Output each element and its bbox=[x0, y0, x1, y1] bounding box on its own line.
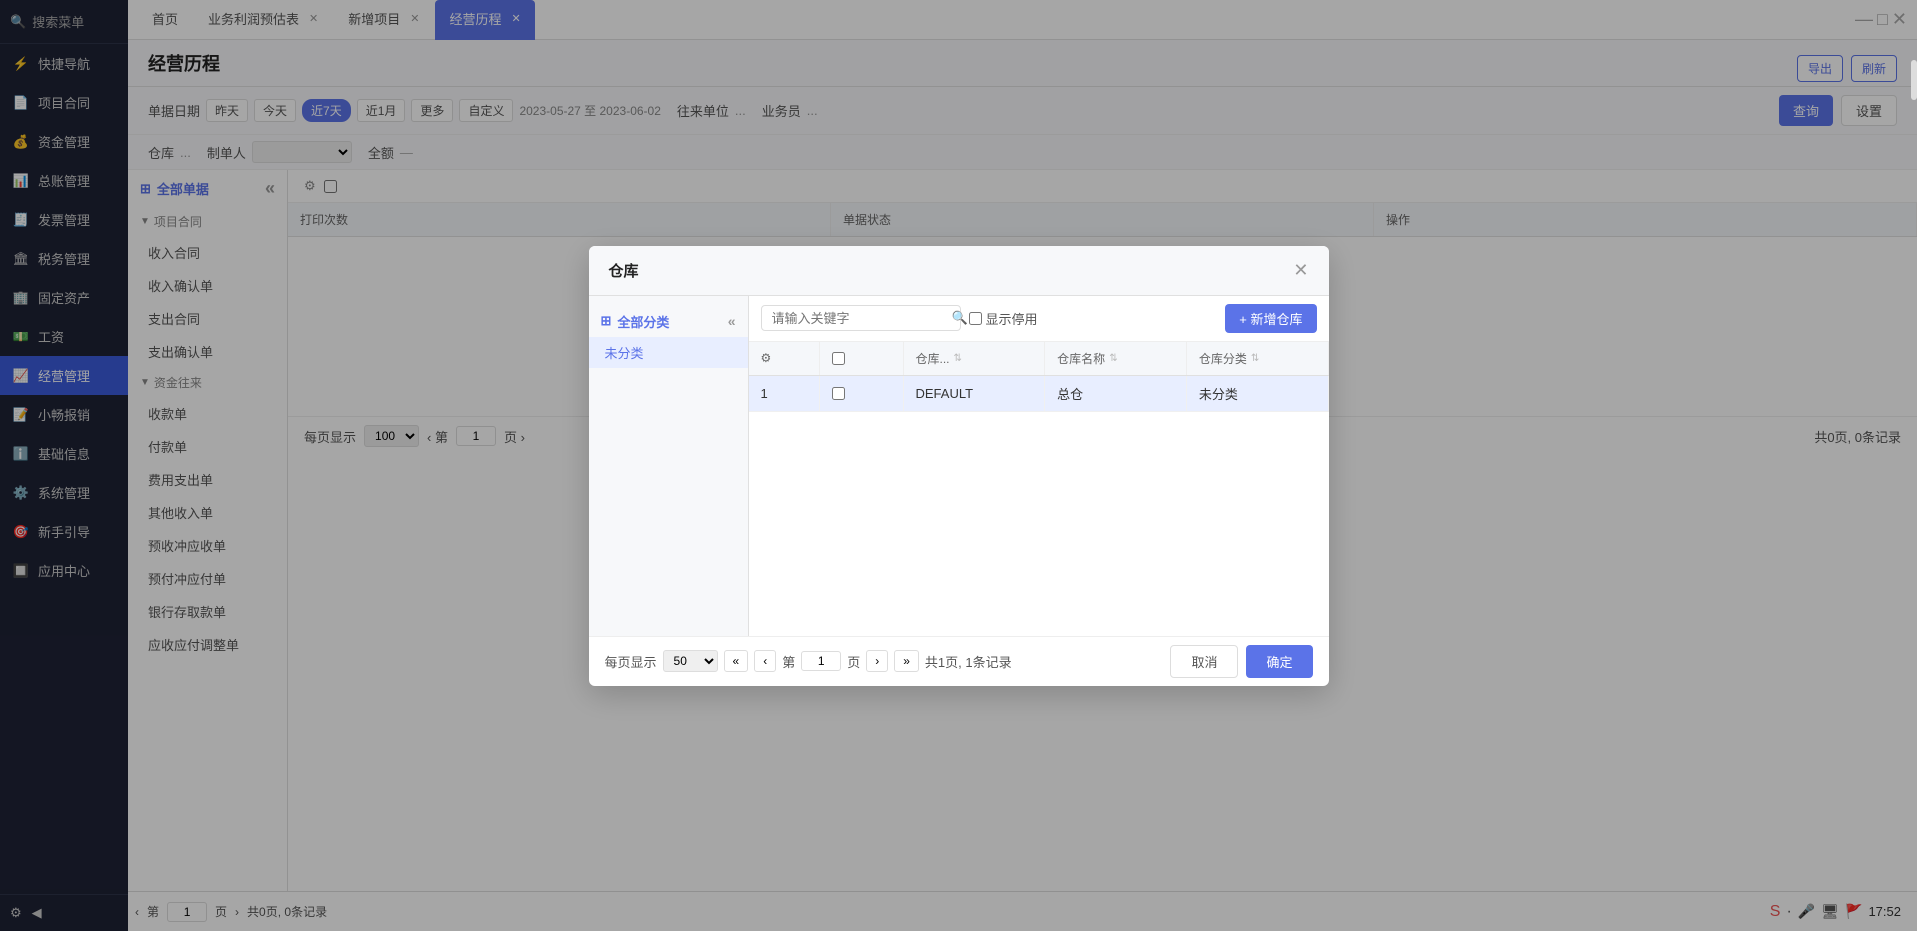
grid-icon-2: ⊞ bbox=[601, 313, 612, 329]
dialog-prev-page-btn[interactable]: ‹ bbox=[754, 650, 776, 672]
show-disabled-checkbox-label[interactable]: 显示停用 bbox=[969, 309, 1038, 328]
dialog-first-page-btn[interactable]: « bbox=[724, 650, 749, 672]
dialog-cancel-button[interactable]: 取消 bbox=[1170, 645, 1238, 678]
left-panel-collapse-icon[interactable]: « bbox=[728, 313, 736, 329]
dialog-overlay: 仓库 ✕ ⊞ 全部分类 « 未分类 bbox=[0, 0, 1917, 931]
dth-code-label: 仓库... bbox=[916, 350, 950, 367]
dialog-total-records: 共1页, 1条记录 bbox=[925, 652, 1012, 671]
dialog-title: 仓库 bbox=[609, 260, 639, 281]
dialog-select-all[interactable] bbox=[832, 352, 845, 365]
dth-checkbox bbox=[820, 342, 903, 375]
sort-icon-name: ⇅ bbox=[1109, 353, 1117, 364]
dialog-page-label: 第 bbox=[782, 652, 795, 671]
dth-category-label: 仓库分类 bbox=[1199, 350, 1247, 367]
search-input[interactable] bbox=[772, 311, 948, 326]
dialog-table: ⚙ 仓库... ⇅ 仓库名称 ⇅ bbox=[749, 342, 1329, 636]
dth-name: 仓库名称 ⇅ bbox=[1045, 342, 1187, 375]
dth-settings: ⚙ bbox=[749, 342, 821, 375]
sort-icon-category: ⇅ bbox=[1251, 353, 1259, 364]
dth-name-label: 仓库名称 bbox=[1057, 350, 1105, 367]
dialog-right-toolbar: 🔍 显示停用 + 新增仓库 bbox=[749, 296, 1329, 342]
settings-icon-th[interactable]: ⚙ bbox=[761, 351, 772, 365]
show-disabled-label: 显示停用 bbox=[986, 309, 1038, 328]
dialog-right-panel: 🔍 显示停用 + 新增仓库 ⚙ bbox=[749, 296, 1329, 636]
dialog-next-page-btn[interactable]: › bbox=[866, 650, 888, 672]
dialog-actions: 取消 确定 bbox=[1170, 645, 1312, 678]
row-checkbox[interactable] bbox=[832, 387, 845, 400]
dialog-confirm-button[interactable]: 确定 bbox=[1246, 645, 1312, 678]
td-name: 总仓 bbox=[1045, 376, 1187, 411]
add-warehouse-button[interactable]: + 新增仓库 bbox=[1225, 304, 1316, 333]
dialog-category-unclassified[interactable]: 未分类 bbox=[589, 337, 748, 368]
dialog-last-page-btn[interactable]: » bbox=[894, 650, 919, 672]
all-category-label: 全部分类 bbox=[617, 312, 669, 331]
unclassified-label: 未分类 bbox=[605, 346, 644, 361]
dialog-page-input[interactable] bbox=[801, 651, 841, 671]
dialog-body: ⊞ 全部分类 « 未分类 🔍 bbox=[589, 296, 1329, 636]
table-row[interactable]: 1 DEFAULT 总仓 未分类 bbox=[749, 376, 1329, 412]
dialog-per-page-label: 每页显示 bbox=[605, 652, 657, 671]
dialog-left-all-category[interactable]: ⊞ 全部分类 « bbox=[589, 306, 748, 337]
dialog-close-button[interactable]: ✕ bbox=[1293, 260, 1308, 281]
dth-code: 仓库... ⇅ bbox=[904, 342, 1046, 375]
dialog-table-head: ⚙ 仓库... ⇅ 仓库名称 ⇅ bbox=[749, 342, 1329, 376]
sort-icon-code: ⇅ bbox=[954, 353, 962, 364]
dth-category: 仓库分类 ⇅ bbox=[1187, 342, 1329, 375]
search-box: 🔍 bbox=[761, 305, 961, 331]
dialog-per-page-select[interactable]: 50 100 bbox=[663, 650, 718, 672]
td-checkbox bbox=[820, 376, 903, 411]
td-category: 未分类 bbox=[1187, 376, 1329, 411]
dialog-header: 仓库 ✕ bbox=[589, 246, 1329, 296]
warehouse-dialog: 仓库 ✕ ⊞ 全部分类 « 未分类 bbox=[589, 246, 1329, 686]
search-icon-btn[interactable]: 🔍 bbox=[952, 310, 968, 326]
dialog-page-suffix: 页 bbox=[847, 652, 860, 671]
td-code: DEFAULT bbox=[904, 376, 1046, 411]
td-row-num: 1 bbox=[749, 376, 821, 411]
show-disabled-checkbox[interactable] bbox=[969, 312, 982, 325]
dialog-left-panel: ⊞ 全部分类 « 未分类 bbox=[589, 296, 749, 636]
dialog-footer: 每页显示 50 100 « ‹ 第 页 › » 共1页, 1条记录 取消 确定 bbox=[589, 636, 1329, 686]
